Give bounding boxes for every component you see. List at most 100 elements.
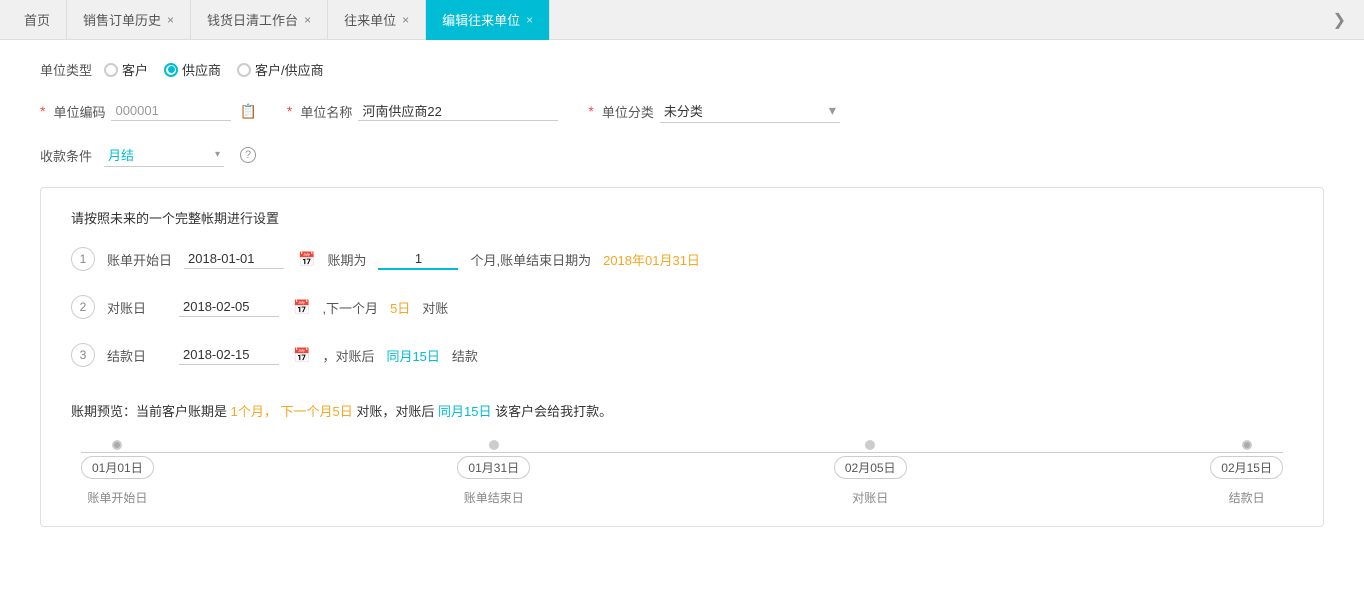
preview-mid: 对账，对账后 — [356, 404, 434, 419]
unit-class-dropdown[interactable]: 未分类 ▾ — [660, 99, 840, 123]
unit-code-required: * — [40, 103, 45, 119]
tab-sales-history-close[interactable]: × — [167, 13, 174, 27]
tab-cashwork-close[interactable]: × — [304, 13, 311, 27]
timeline-dot-3 — [1242, 440, 1252, 450]
timeline: 01月01日 账单开始日 01月31日 账单结束日 02月05日 对账日 02月… — [71, 440, 1293, 506]
timeline-dot-2 — [865, 440, 875, 450]
payment-help-icon[interactable]: ? — [240, 147, 256, 163]
timeline-dot-0 — [112, 440, 122, 450]
step-row-2: 2 对账日 📅 ,下一个月 5日 对账 — [71, 295, 1293, 319]
preview-part1: 1个月， — [231, 404, 277, 419]
radio-customer-label: 客户 — [122, 60, 148, 79]
preview-part2: 下一个月5日 — [281, 404, 353, 419]
step-3-highlight: 同月15日 — [386, 346, 439, 365]
timeline-label-2: 对账日 — [852, 489, 888, 506]
tab-edit-counterpart[interactable]: 编辑往来单位 × — [426, 0, 550, 40]
step-2-date-input[interactable] — [179, 297, 279, 317]
unit-type-label: 单位类型 — [40, 60, 92, 79]
main-content: 单位类型 客户 供应商 客户/供应商 * 单位编码 📋 * 单位名称 — [0, 40, 1364, 608]
timeline-badge-1: 01月31日 — [457, 456, 530, 479]
help-question-mark: ? — [245, 149, 251, 161]
step-row-1: 1 账单开始日 📅 账期为 个月,账单结束日期为 2018年01月31日 — [71, 247, 1293, 271]
unit-name-input[interactable] — [358, 101, 558, 121]
step-row-3: 3 结款日 📅 ，对账后 同月15日 结款 — [71, 343, 1293, 367]
timeline-label-3: 结款日 — [1229, 489, 1265, 506]
tab-scroll-arrow[interactable]: ❯ — [1323, 10, 1356, 30]
tab-edit-counterpart-close[interactable]: × — [526, 13, 533, 27]
timeline-points: 01月01日 账单开始日 01月31日 账单结束日 02月05日 对账日 02月… — [81, 440, 1283, 506]
step-3-calendar-icon[interactable]: 📅 — [293, 347, 310, 364]
step-label-1: 账单开始日 — [107, 250, 172, 269]
preview-part3: 同月15日 — [438, 404, 491, 419]
tab-home[interactable]: 首页 — [8, 0, 67, 40]
unit-type-row: 单位类型 客户 供应商 客户/供应商 — [40, 60, 1324, 79]
step-1-calendar-icon[interactable]: 📅 — [298, 251, 315, 268]
preview-text: 账期预览：当前客户账期是 1个月， 下一个月5日 对账，对账后 同月15日 该客… — [71, 391, 1293, 420]
radio-supplier[interactable]: 供应商 — [164, 60, 221, 79]
step-3-date-input[interactable] — [179, 345, 279, 365]
unit-name-label: 单位名称 — [300, 102, 352, 121]
step-2-prefix: ,下一个月 — [322, 298, 378, 317]
timeline-badge-2: 02月05日 — [834, 456, 907, 479]
tab-counterpart[interactable]: 往来单位 × — [328, 0, 426, 40]
timeline-point-0: 01月01日 账单开始日 — [81, 440, 154, 506]
tab-sales-history[interactable]: 销售订单历史 × — [67, 0, 191, 40]
unit-code-label: 单位编码 — [53, 102, 105, 121]
unit-code-calendar-icon[interactable]: 📋 — [239, 103, 256, 120]
step-2-highlight: 5日 — [390, 298, 410, 317]
unit-type-radio-group: 客户 供应商 客户/供应商 — [104, 60, 324, 79]
tab-cashwork[interactable]: 钱货日清工作台 × — [191, 0, 328, 40]
arrow-right-icon: ❯ — [1333, 12, 1346, 29]
step-label-3: 结款日 — [107, 346, 167, 365]
step-number-1: 1 — [71, 247, 95, 271]
step-1-date-input[interactable] — [184, 249, 284, 269]
timeline-dot-1 — [489, 440, 499, 450]
tab-home-label: 首页 — [24, 10, 50, 29]
radio-customer[interactable]: 客户 — [104, 60, 148, 79]
radio-both-circle — [237, 63, 251, 77]
unit-info-row: * 单位编码 📋 * 单位名称 * 单位分类 未分类 ▾ — [40, 99, 1324, 123]
timeline-badge-0: 01月01日 — [81, 456, 154, 479]
payment-row: 收款条件 月结 ▾ ? — [40, 143, 1324, 167]
payment-value: 月结 — [108, 145, 211, 164]
payment-label: 收款条件 — [40, 146, 92, 165]
unit-class-required: * — [588, 103, 593, 119]
step-3-suffix: 结款 — [452, 346, 478, 365]
tab-cashwork-label: 钱货日清工作台 — [207, 10, 298, 29]
unit-class-value: 未分类 — [664, 101, 829, 120]
tab-bar: 首页 销售订单历史 × 钱货日清工作台 × 往来单位 × 编辑往来单位 × ❯ — [0, 0, 1364, 40]
timeline-badge-3: 02月15日 — [1210, 456, 1283, 479]
step-label-2: 对账日 — [107, 298, 167, 317]
preview-end: 该客户会给我打款。 — [495, 404, 612, 419]
tab-sales-history-label: 销售订单历史 — [83, 10, 161, 29]
step-number-2: 2 — [71, 295, 95, 319]
timeline-label-0: 账单开始日 — [87, 489, 147, 506]
radio-supplier-circle — [164, 63, 178, 77]
radio-customer-circle — [104, 63, 118, 77]
payment-dropdown[interactable]: 月结 ▾ — [104, 143, 224, 167]
step-2-suffix: 对账 — [422, 298, 448, 317]
radio-both-label: 客户/供应商 — [255, 60, 324, 79]
timeline-label-1: 账单结束日 — [464, 489, 524, 506]
step-number-3: 3 — [71, 343, 95, 367]
step-1-end-date: 2018年01月31日 — [603, 250, 700, 269]
payment-chevron-icon: ▾ — [215, 149, 220, 160]
timeline-point-2: 02月05日 对账日 — [834, 440, 907, 506]
billing-section: 请按照未来的一个完整帐期进行设置 1 账单开始日 📅 账期为 个月,账单结束日期… — [40, 187, 1324, 527]
tab-counterpart-close[interactable]: × — [402, 13, 409, 27]
tab-edit-counterpart-label: 编辑往来单位 — [442, 10, 520, 29]
step-2-calendar-icon[interactable]: 📅 — [293, 299, 310, 316]
preview-label: 账期预览：当前客户账期是 — [71, 404, 227, 419]
section-title: 请按照未来的一个完整帐期进行设置 — [71, 208, 1293, 227]
timeline-point-3: 02月15日 结款日 — [1210, 440, 1283, 506]
period-input[interactable] — [378, 249, 458, 270]
radio-both[interactable]: 客户/供应商 — [237, 60, 324, 79]
step-1-mid-text: 账期为 — [327, 250, 366, 269]
unit-class-chevron-icon: ▾ — [829, 102, 836, 119]
step-1-suffix: 个月,账单结束日期为 — [470, 250, 591, 269]
radio-supplier-label: 供应商 — [182, 60, 221, 79]
unit-class-label: 单位分类 — [602, 102, 654, 121]
step-3-prefix: ，对账后 — [322, 346, 374, 365]
unit-name-required: * — [287, 103, 292, 119]
unit-code-input[interactable] — [111, 101, 231, 121]
